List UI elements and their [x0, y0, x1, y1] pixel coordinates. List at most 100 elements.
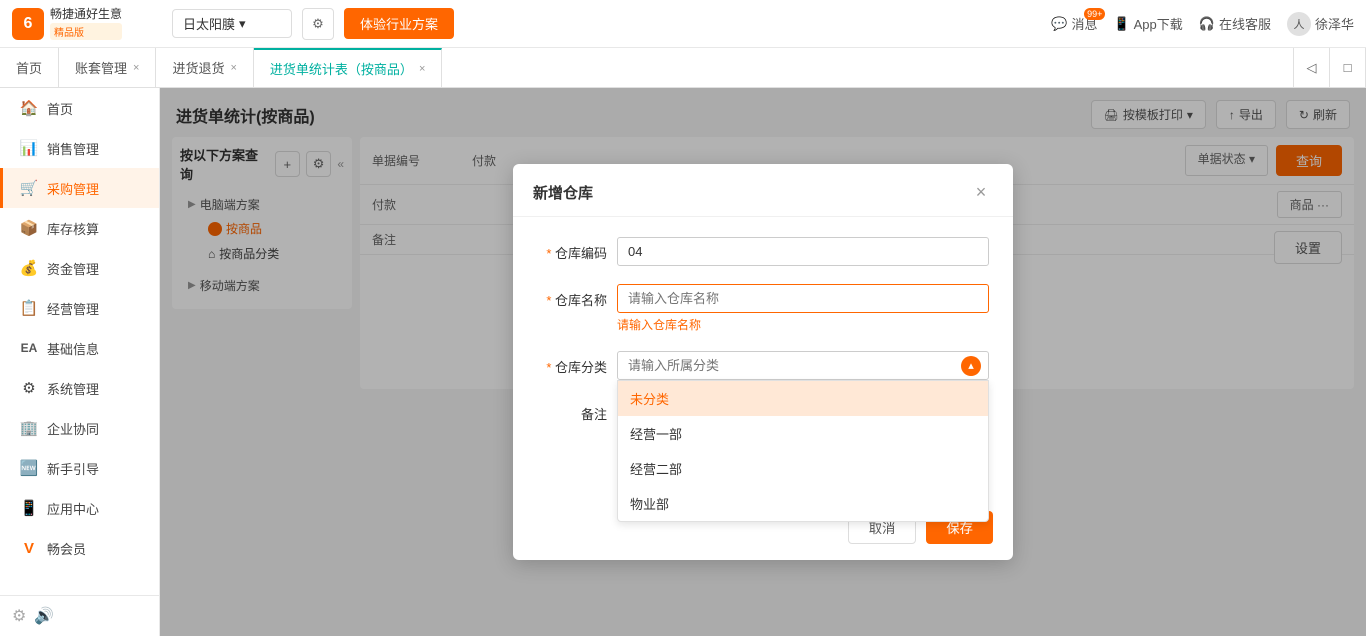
- sales-icon: 📊: [19, 138, 39, 158]
- message-badge: 99+: [1084, 8, 1105, 20]
- vip-icon: V: [19, 538, 39, 558]
- store-chevron-down-icon: ▾: [239, 16, 246, 32]
- warehouse-code-input[interactable]: [617, 237, 989, 266]
- content-area: 进货单统计(按商品) 🖨 按模板打印 ▾ ↑ 导出 ↻ 刷新: [160, 88, 1366, 636]
- sidebar-sales-label: 销售管理: [47, 139, 99, 158]
- system-icon: ⚙: [19, 378, 39, 398]
- appcenter-icon: 📱: [19, 498, 39, 518]
- avatar: 人: [1287, 12, 1311, 36]
- enterprise-icon: 🏢: [19, 418, 39, 438]
- modal-backdrop[interactable]: 新增仓库 × 仓库编码 仓库名称: [160, 88, 1366, 636]
- warehouse-category-wrap: ▴ 未分类 经营一部 经营二部 物业部: [617, 351, 989, 380]
- sidebar-guide-label: 新手引导: [47, 459, 99, 478]
- app-name: 畅捷通好生意: [50, 7, 122, 23]
- warehouse-code-label: 仓库编码: [537, 237, 607, 262]
- sidebar-item-system[interactable]: ⚙ 系统管理: [0, 368, 159, 408]
- tab-purchase-return[interactable]: 进货退货 ×: [156, 48, 253, 87]
- main-layout: 🏠 首页 📊 销售管理 🛒 采购管理 📦 库存核算 💰 资金管理 📋 经营管理 …: [0, 88, 1366, 636]
- dialog-title: 新增仓库: [533, 182, 593, 203]
- sidebar: 🏠 首页 📊 销售管理 🛒 采购管理 📦 库存核算 💰 资金管理 📋 经营管理 …: [0, 88, 160, 636]
- sidebar-home-label: 首页: [47, 99, 73, 118]
- sidebar-item-finance[interactable]: 💰 资金管理: [0, 248, 159, 288]
- sidebar-item-guide[interactable]: 🆕 新手引导: [0, 448, 159, 488]
- online-service-button[interactable]: 🎧 在线客服: [1199, 14, 1271, 33]
- tab-account-close-icon[interactable]: ×: [133, 62, 139, 74]
- sidebar-item-purchase[interactable]: 🛒 采购管理: [0, 168, 159, 208]
- remarks-label: 备注: [537, 398, 607, 423]
- operations-icon: 📋: [19, 298, 39, 318]
- warehouse-name-input-wrap: 请输入仓库名称: [617, 284, 989, 333]
- sidebar-vip-label: 畅会员: [47, 539, 86, 558]
- form-row-name: 仓库名称 请输入仓库名称: [537, 284, 989, 333]
- tab-purchase-return-close-icon[interactable]: ×: [230, 62, 236, 74]
- dropdown-item-dept1[interactable]: 经营一部: [618, 416, 988, 451]
- dialog-header: 新增仓库 ×: [513, 164, 1013, 217]
- guide-icon: 🆕: [19, 458, 39, 478]
- sidebar-enterprise-label: 企业协同: [47, 419, 99, 438]
- sidebar-bottom: ⚙ 🔊: [0, 595, 159, 636]
- inventory-icon: 📦: [19, 218, 39, 238]
- sidebar-operations-label: 经营管理: [47, 299, 99, 318]
- volume-icon[interactable]: 🔊: [34, 606, 54, 626]
- gear-icon: ⚙: [312, 16, 324, 32]
- app-download-button[interactable]: 📱 App下载: [1113, 14, 1182, 33]
- warehouse-name-input[interactable]: [617, 284, 989, 313]
- sidebar-item-appcenter[interactable]: 📱 应用中心: [0, 488, 159, 528]
- form-row-category: 仓库分类 ▴ 未分类 经营一部 经营二部 物业部: [537, 351, 989, 380]
- tab-expand-icon[interactable]: □: [1330, 48, 1366, 88]
- purchase-icon: 🛒: [19, 178, 39, 198]
- category-dropdown: 未分类 经营一部 经营二部 物业部: [617, 380, 989, 522]
- tab-prev-icon[interactable]: ◁: [1294, 48, 1330, 88]
- trial-button[interactable]: 体验行业方案: [344, 8, 454, 39]
- sidebar-appcenter-label: 应用中心: [47, 499, 99, 518]
- dropdown-item-unclassified[interactable]: 未分类: [618, 381, 988, 416]
- top-header: 6 畅捷通好生意 精品版 日太阳膜 ▾ ⚙ 体验行业方案 💬 消息 99+ 📱 …: [0, 0, 1366, 48]
- message-icon: 💬: [1051, 16, 1067, 32]
- dialog-close-button[interactable]: ×: [969, 180, 993, 204]
- sidebar-finance-label: 资金管理: [47, 259, 99, 278]
- form-row-code: 仓库编码: [537, 237, 989, 266]
- settings-button[interactable]: ⚙: [302, 8, 334, 40]
- finance-icon: 💰: [19, 258, 39, 278]
- sidebar-item-basic[interactable]: EA 基础信息: [0, 328, 159, 368]
- warehouse-code-input-wrap: [617, 237, 989, 266]
- tab-account[interactable]: 账套管理 ×: [59, 48, 156, 87]
- settings-bottom-icon[interactable]: ⚙: [12, 606, 26, 626]
- store-selector[interactable]: 日太阳膜 ▾: [172, 9, 292, 38]
- tab-purchase-stats-close-icon[interactable]: ×: [419, 63, 425, 75]
- headset-icon: 🎧: [1199, 16, 1215, 32]
- tab-bar: 首页 账套管理 × 进货退货 × 进货单统计表（按商品） × ◁ □: [0, 48, 1366, 88]
- sidebar-item-sales[interactable]: 📊 销售管理: [0, 128, 159, 168]
- sidebar-item-enterprise[interactable]: 🏢 企业协同: [0, 408, 159, 448]
- app-badge: 精品版: [50, 23, 122, 40]
- sidebar-item-home[interactable]: 🏠 首页: [0, 88, 159, 128]
- sidebar-purchase-label: 采购管理: [47, 179, 99, 198]
- messages-button[interactable]: 💬 消息 99+: [1051, 14, 1097, 33]
- new-warehouse-dialog: 新增仓库 × 仓库编码 仓库名称: [513, 164, 1013, 560]
- warehouse-name-error-msg: 请输入仓库名称: [617, 316, 989, 333]
- sidebar-item-vip[interactable]: V 畅会员: [0, 528, 159, 568]
- dropdown-item-dept2[interactable]: 经营二部: [618, 451, 988, 486]
- warehouse-category-label: 仓库分类: [537, 351, 607, 376]
- warehouse-category-input[interactable]: [617, 351, 989, 380]
- home-icon: 🏠: [19, 98, 39, 118]
- store-name: 日太阳膜: [183, 14, 235, 33]
- warehouse-name-label: 仓库名称: [537, 284, 607, 309]
- sidebar-system-label: 系统管理: [47, 379, 99, 398]
- app-logo-icon: 6: [12, 8, 44, 40]
- logo-area: 6 畅捷通好生意 精品版: [12, 7, 162, 40]
- category-chevron-up-icon[interactable]: ▴: [961, 356, 981, 376]
- tab-home-label: 首页: [16, 58, 42, 77]
- tab-purchase-stats-label: 进货单统计表（按商品）: [270, 59, 413, 78]
- sidebar-item-operations[interactable]: 📋 经营管理: [0, 288, 159, 328]
- sidebar-item-inventory[interactable]: 📦 库存核算: [0, 208, 159, 248]
- sidebar-basic-label: 基础信息: [47, 339, 99, 358]
- dropdown-item-dept3[interactable]: 物业部: [618, 486, 988, 521]
- app-icon: 📱: [1113, 16, 1129, 32]
- tab-purchase-return-label: 进货退货: [172, 58, 224, 77]
- tab-bar-right: ◁ □: [1293, 48, 1366, 88]
- tab-purchase-stats[interactable]: 进货单统计表（按商品） ×: [254, 48, 442, 87]
- tab-home[interactable]: 首页: [0, 48, 59, 87]
- basic-icon: EA: [19, 338, 39, 358]
- user-menu[interactable]: 人 徐泽华: [1287, 12, 1354, 36]
